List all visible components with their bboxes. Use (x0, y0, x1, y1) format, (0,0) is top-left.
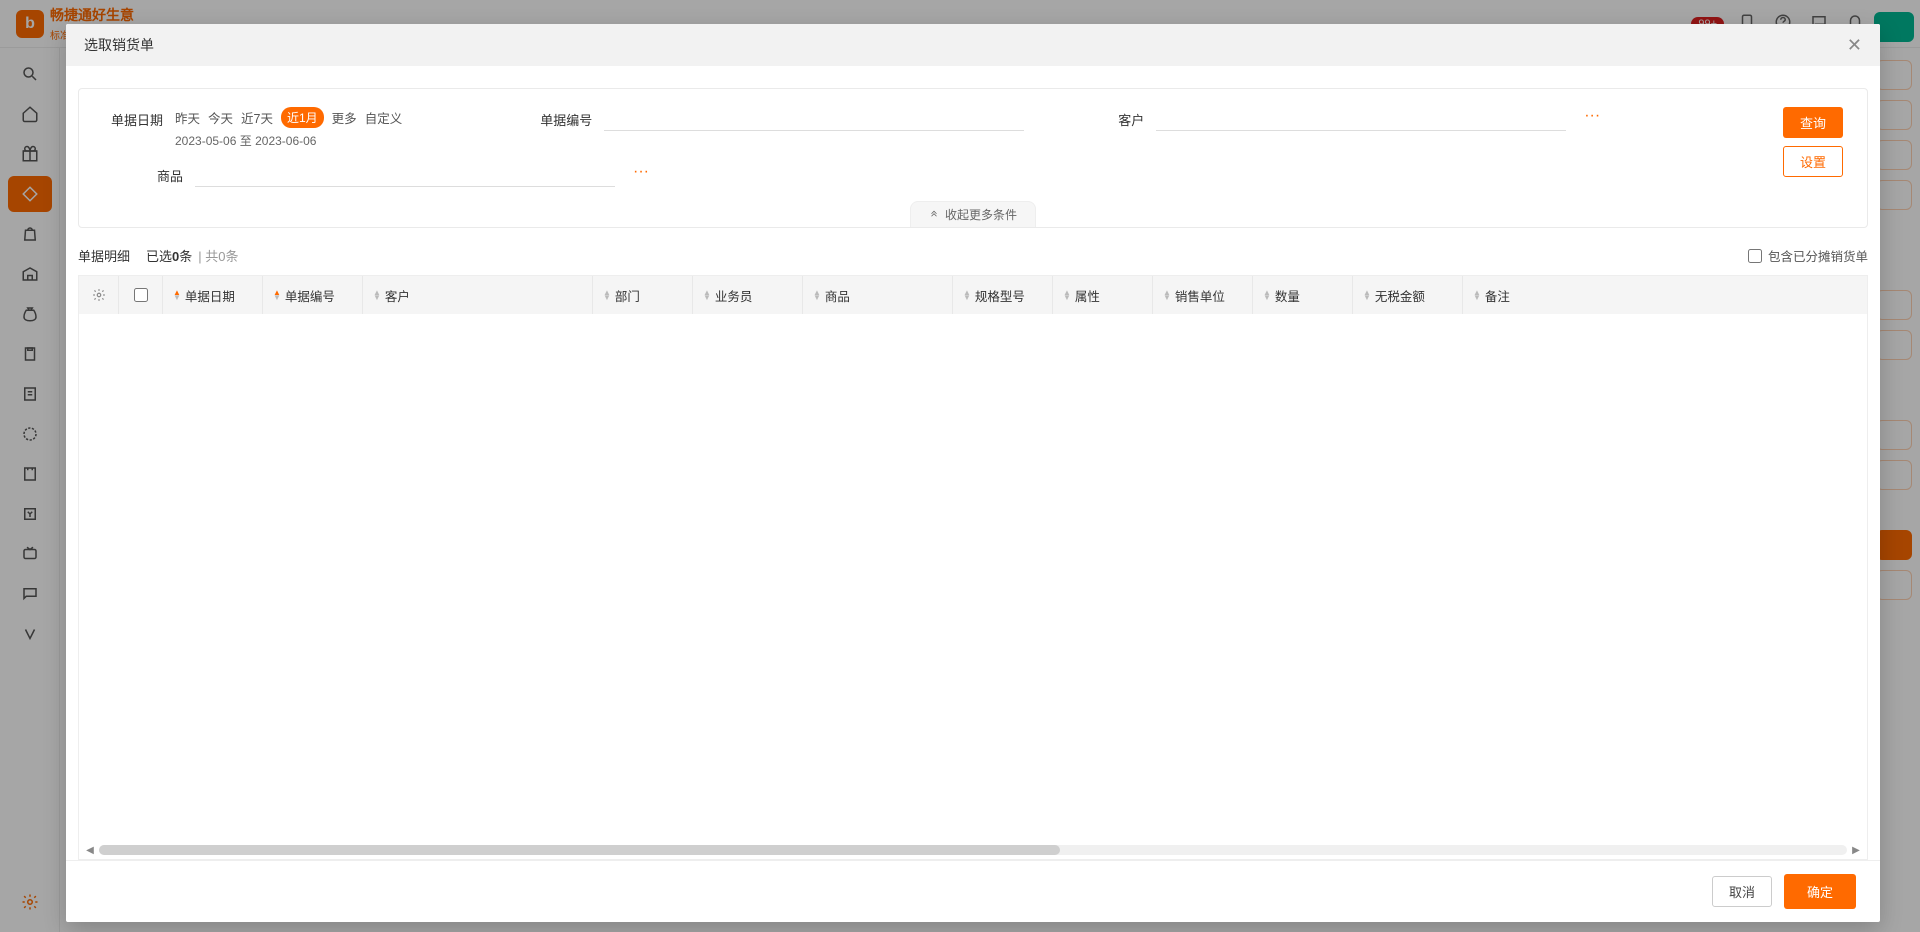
chip-more[interactable]: 更多 (332, 108, 357, 127)
col-dept[interactable]: ▲▼部门 (593, 276, 693, 314)
select-all-checkbox[interactable] (119, 276, 163, 314)
horizontal-scrollbar[interactable]: ◀ ▶ (83, 843, 1863, 857)
col-spec[interactable]: ▲▼规格型号 (953, 276, 1053, 314)
date-range: 2023-05-06 至 2023-06-06 (175, 132, 402, 149)
col-attr[interactable]: ▲▼属性 (1053, 276, 1153, 314)
collapse-bar: 收起更多条件 (103, 201, 1843, 227)
col-salesman[interactable]: ▲▼业务员 (693, 276, 803, 314)
filter-settings-button[interactable]: 设置 (1783, 146, 1843, 177)
filter-customer-label: 客户 (1104, 107, 1144, 129)
product-input[interactable] (195, 163, 615, 187)
customer-input[interactable] (1156, 107, 1566, 131)
date-from: 2023-05-06 (175, 134, 236, 148)
chevron-up-icon (929, 210, 939, 220)
table-body-empty (79, 314, 1867, 834)
modal-footer: 取消 确定 (66, 860, 1880, 922)
col-doc-no[interactable]: ▲▼单据编号 (263, 276, 363, 314)
customer-picker-icon[interactable]: ··· (1584, 107, 1600, 125)
filter-date-label: 单据日期 (103, 107, 163, 129)
scroll-left-icon[interactable]: ◀ (83, 843, 97, 857)
collapse-toggle[interactable]: 收起更多条件 (910, 201, 1036, 227)
list-title: 单据明细 (78, 246, 130, 265)
include-dispatched[interactable]: 包含已分摊销货单 (1748, 246, 1868, 265)
modal-title: 选取销货单 (84, 35, 154, 55)
collapse-label: 收起更多条件 (945, 206, 1017, 223)
chip-7days[interactable]: 近7天 (241, 108, 273, 127)
modal-header: 选取销货单 ✕ (66, 24, 1880, 66)
column-settings-icon[interactable] (79, 276, 119, 314)
col-remark[interactable]: ▲▼备注 (1463, 276, 1867, 314)
chip-1month[interactable]: 近1月 (281, 107, 324, 128)
docno-input[interactable] (604, 107, 1024, 131)
chip-custom[interactable]: 自定义 (365, 108, 403, 127)
include-dispatched-checkbox[interactable] (1748, 249, 1762, 263)
select-sales-order-modal: 选取销货单 ✕ 单据日期 昨天 今天 近7天 近1月 更多 自定义 (66, 24, 1880, 922)
filter-docno-label: 单据编号 (532, 107, 592, 129)
close-icon[interactable]: ✕ (1847, 35, 1862, 56)
date-to: 2023-06-06 (255, 134, 316, 148)
filter-panel: 单据日期 昨天 今天 近7天 近1月 更多 自定义 2023-05-06 至 (78, 88, 1868, 228)
chip-today[interactable]: 今天 (208, 108, 233, 127)
date-chip-row: 昨天 今天 近7天 近1月 更多 自定义 (175, 107, 402, 128)
scroll-right-icon[interactable]: ▶ (1849, 843, 1863, 857)
modal-body: 单据日期 昨天 今天 近7天 近1月 更多 自定义 2023-05-06 至 (66, 66, 1880, 860)
ok-button[interactable]: 确定 (1784, 874, 1856, 909)
total-count: | 共0条 (198, 246, 238, 265)
col-customer[interactable]: ▲▼客户 (363, 276, 593, 314)
product-picker-icon[interactable]: ··· (633, 163, 649, 181)
include-dispatched-label: 包含已分摊销货单 (1768, 246, 1868, 265)
table: ▲▼单据日期 ▲▼单据编号 ▲▼客户 ▲▼部门 ▲▼业务员 ▲▼商品 ▲▼规格型… (78, 275, 1868, 860)
filter-product-label: 商品 (103, 163, 183, 185)
col-unit[interactable]: ▲▼销售单位 (1153, 276, 1253, 314)
date-sep: 至 (240, 134, 252, 148)
table-header-row: ▲▼单据日期 ▲▼单据编号 ▲▼客户 ▲▼部门 ▲▼业务员 ▲▼商品 ▲▼规格型… (79, 276, 1867, 314)
scroll-track[interactable] (99, 845, 1847, 855)
col-qty[interactable]: ▲▼数量 (1253, 276, 1353, 314)
scroll-thumb[interactable] (99, 845, 1060, 855)
filter-actions: 查询 设置 (1783, 107, 1843, 177)
col-product[interactable]: ▲▼商品 (803, 276, 953, 314)
query-button[interactable]: 查询 (1783, 107, 1843, 138)
selected-count: 已选0条 (146, 246, 192, 265)
chip-yesterday[interactable]: 昨天 (175, 108, 200, 127)
col-doc-date[interactable]: ▲▼单据日期 (163, 276, 263, 314)
cancel-button[interactable]: 取消 (1712, 876, 1772, 907)
col-amount-notax[interactable]: ▲▼无税金额 (1353, 276, 1463, 314)
list-header: 单据明细 已选0条 | 共0条 包含已分摊销货单 (78, 246, 1868, 265)
